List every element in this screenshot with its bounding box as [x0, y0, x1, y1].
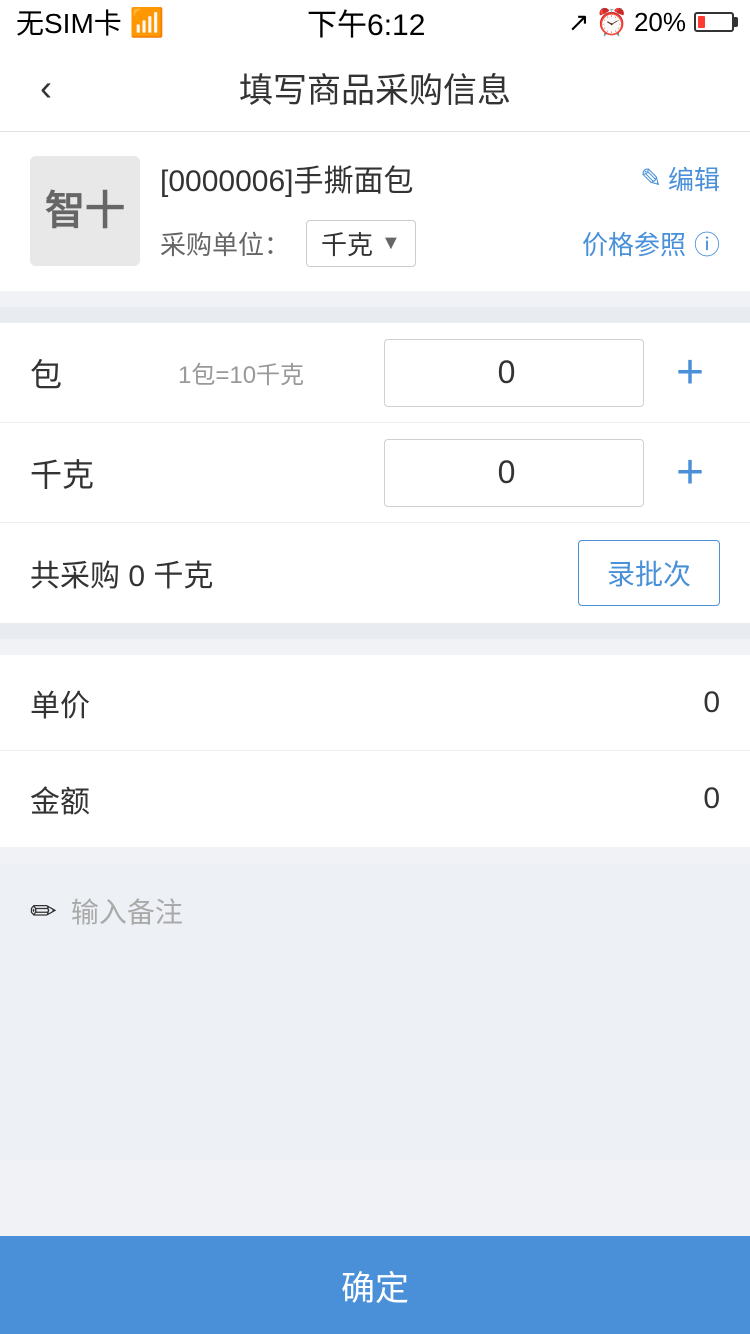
- unit-price-label: 单价: [30, 681, 90, 725]
- price-ref-button[interactable]: 价格参照 ⓘ: [582, 225, 720, 262]
- price-info-section: 单价 0 金额 0: [0, 655, 750, 847]
- unit-price-value: 0: [703, 686, 720, 720]
- quantity-section: 包 1包=10千克 + 千克 +: [0, 323, 750, 523]
- bag-sublabel: 1包=10千克: [178, 355, 304, 390]
- remark-section[interactable]: ✏ 输入备注: [0, 863, 750, 959]
- bag-plus-button[interactable]: +: [660, 343, 720, 403]
- kg-label: 千克: [30, 450, 170, 496]
- purchase-unit-label: 采购单位：: [160, 225, 290, 262]
- price-ref-info-icon: ⓘ: [694, 225, 720, 262]
- total-label: 共采购 0 千克: [30, 551, 578, 595]
- carrier-label: 无SIM卡: [16, 2, 122, 42]
- location-icon: ↗: [568, 7, 590, 38]
- alarm-icon: ⏰: [596, 7, 628, 38]
- unit-selector[interactable]: 千克 ▼: [306, 220, 416, 267]
- remark-placeholder: 输入备注: [71, 891, 183, 931]
- page-title: 填写商品采购信息: [239, 63, 511, 112]
- confirm-button[interactable]: 确定: [341, 1261, 409, 1310]
- price-ref-label: 价格参照: [582, 225, 686, 262]
- back-button[interactable]: ‹: [30, 57, 62, 119]
- product-image: 智十: [30, 156, 140, 266]
- kg-plus-button[interactable]: +: [660, 443, 720, 503]
- batch-button[interactable]: 录批次: [578, 540, 720, 606]
- confirm-bar[interactable]: 确定: [0, 1236, 750, 1334]
- bag-label: 包: [30, 350, 170, 396]
- bag-quantity-input[interactable]: [384, 339, 644, 407]
- section-divider-2: [0, 623, 750, 639]
- product-card: 智十 [0000006]手撕面包 ✎ 编辑 采购单位： 千克 ▼ 价格参照 ⓘ: [0, 132, 750, 291]
- bag-field-wrap: +: [304, 339, 720, 407]
- status-right: ↗ ⏰ 20%: [568, 7, 734, 38]
- kg-input-row: 千克 +: [0, 423, 750, 523]
- product-logo: 智十: [45, 191, 125, 231]
- unit-price-row: 单价 0: [0, 655, 750, 751]
- wifi-icon: 📶: [130, 6, 165, 39]
- unit-arrow-icon: ▼: [381, 232, 401, 255]
- purchase-unit-row: 采购单位： 千克 ▼ 价格参照 ⓘ: [160, 220, 720, 267]
- edit-icon: ✎: [640, 163, 662, 194]
- amount-row: 金额 0: [0, 751, 750, 847]
- battery-icon: [694, 12, 734, 32]
- battery-percent: 20%: [634, 7, 686, 38]
- status-left: 无SIM卡 📶: [16, 2, 165, 42]
- content-spacer: [0, 959, 750, 1159]
- unit-value: 千克: [321, 225, 373, 262]
- kg-field-wrap: +: [170, 439, 720, 507]
- amount-value: 0: [703, 782, 720, 816]
- product-name-row: [0000006]手撕面包 ✎ 编辑: [160, 156, 720, 200]
- edit-button[interactable]: ✎ 编辑: [640, 160, 720, 197]
- total-row: 共采购 0 千克 录批次: [0, 523, 750, 623]
- edit-label: 编辑: [668, 160, 720, 197]
- amount-label: 金额: [30, 777, 90, 821]
- kg-quantity-input[interactable]: [384, 439, 644, 507]
- bag-input-row: 包 1包=10千克 +: [0, 323, 750, 423]
- product-name: [0000006]手撕面包: [160, 156, 413, 200]
- status-bar: 无SIM卡 📶 下午6:12 ↗ ⏰ 20%: [0, 0, 750, 44]
- pencil-icon: ✏: [30, 892, 57, 930]
- section-divider-1: [0, 307, 750, 323]
- product-info: [0000006]手撕面包 ✎ 编辑 采购单位： 千克 ▼ 价格参照 ⓘ: [160, 156, 720, 267]
- status-time: 下午6:12: [307, 0, 425, 44]
- nav-bar: ‹ 填写商品采购信息: [0, 44, 750, 132]
